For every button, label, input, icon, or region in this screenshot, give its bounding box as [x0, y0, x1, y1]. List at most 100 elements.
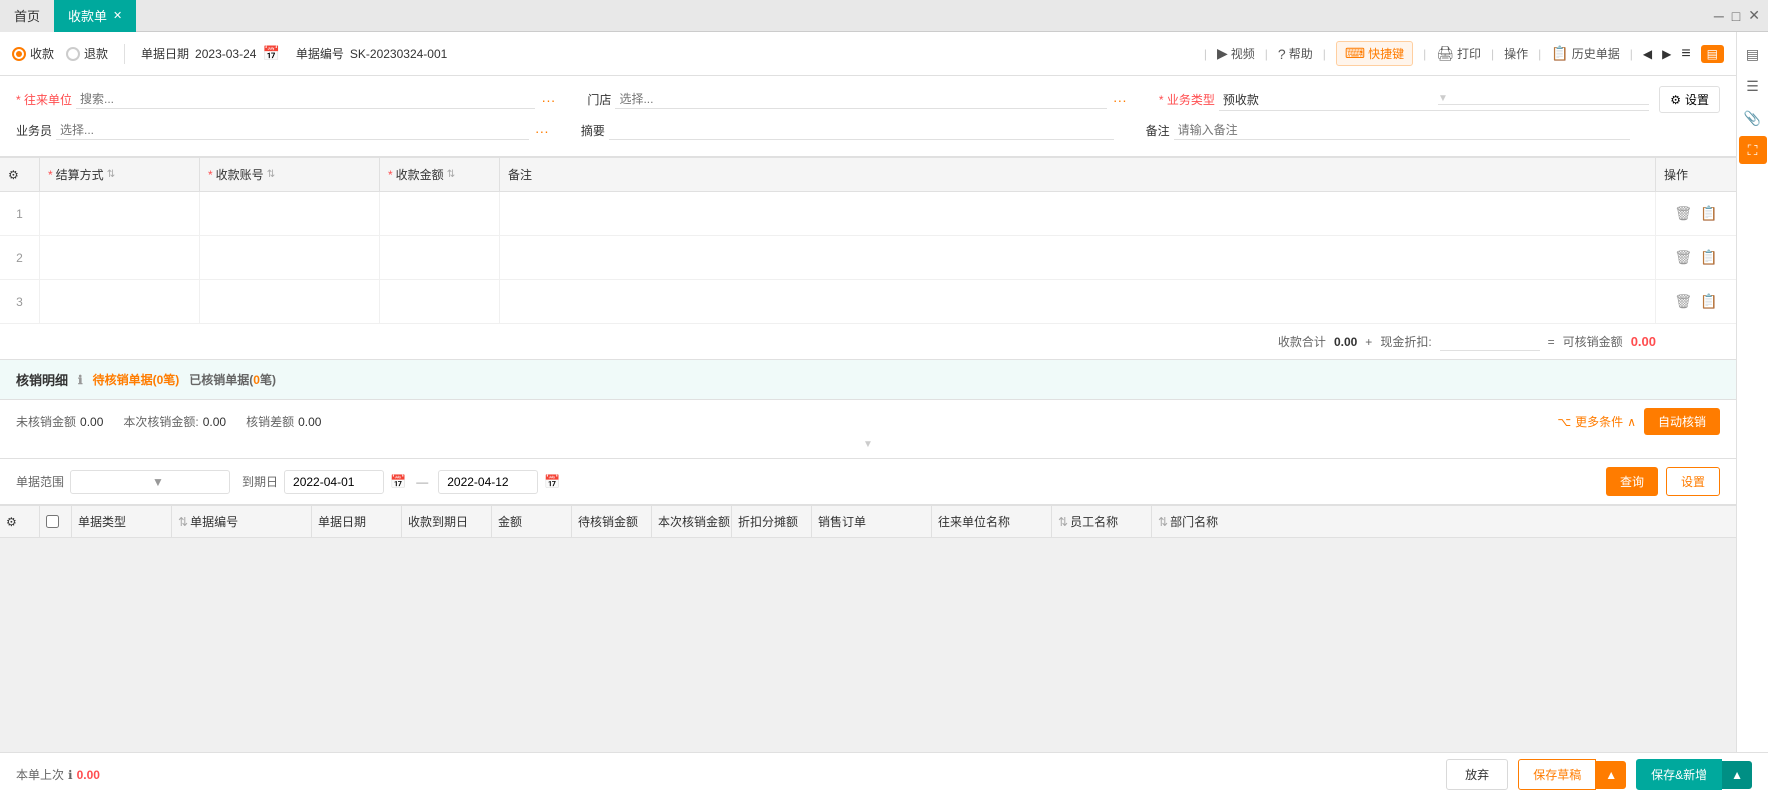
unchecked-stat: 未核销金额 0.00	[16, 413, 103, 430]
close-icon[interactable]: ✕	[1748, 7, 1760, 24]
sidebar-screen-icon[interactable]: ⛶	[1739, 136, 1767, 164]
auto-verify-btn[interactable]: 自动核销	[1644, 408, 1720, 435]
row3-amount[interactable]	[380, 280, 500, 323]
staff-input[interactable]	[56, 121, 529, 140]
shortcut-btn[interactable]: ⌨ 快捷键	[1336, 41, 1413, 66]
row3-account[interactable]	[200, 280, 380, 323]
row2-remark[interactable]	[500, 236, 1656, 279]
save-draft-split: 保存草稿 ▲	[1518, 759, 1626, 790]
row1-remark[interactable]	[500, 192, 1656, 235]
ltcol-dept: ⇅部门名称	[1152, 506, 1252, 537]
tab-close-icon[interactable]: ✕	[113, 9, 122, 22]
sidebar-list-icon[interactable]: ☰	[1739, 72, 1767, 100]
range-select[interactable]: ▼	[70, 470, 230, 494]
ltcol-checkbox[interactable]	[40, 506, 72, 537]
row2-payment[interactable]	[40, 236, 200, 279]
ltcol-current: 本次核销金额	[652, 506, 732, 537]
row1-payment[interactable]	[40, 192, 200, 235]
ltcol-settings[interactable]: ⚙	[0, 506, 40, 537]
row2-copy-icon[interactable]: 📋	[1700, 249, 1717, 266]
date-from-calendar-icon[interactable]: 📅	[390, 474, 406, 490]
diff-stat: 核销差额 0.00	[246, 413, 321, 430]
counterpart-field: * 往来单位 ···	[16, 90, 555, 109]
query-btn[interactable]: 查询	[1606, 467, 1658, 496]
history-btn[interactable]: 📋 历史单据	[1551, 45, 1619, 62]
table-row: 1 🗑 📋	[0, 192, 1736, 236]
counterpart-more-icon[interactable]: ···	[541, 92, 555, 108]
settings-gear-icon: ⚙	[1670, 93, 1681, 107]
staff-more-icon[interactable]: ···	[535, 123, 549, 139]
tab-bar: 首页 收款单 ✕ ─ □ ✕	[0, 0, 1768, 32]
row3-remark[interactable]	[500, 280, 1656, 323]
biz-type-select[interactable]: 预收款 ▼	[1219, 89, 1649, 111]
number-field: 单据编号 SK-20230324-001	[296, 45, 447, 62]
row1-account[interactable]	[200, 192, 380, 235]
expand-arrow: ▼	[16, 435, 1720, 450]
store-input[interactable]	[615, 90, 1106, 109]
help-btn[interactable]: ? 帮助	[1278, 45, 1313, 62]
expand-icon: ∧	[1627, 415, 1636, 429]
ltcol-doc-date: 单据日期	[312, 506, 402, 537]
right-sidebar: ▤ ☰ 📎 ⛶	[1736, 32, 1768, 752]
verif-right: ⌥ 更多条件 ∧ 自动核销	[1557, 408, 1720, 435]
staff-label: 业务员	[16, 122, 52, 139]
counterpart-input[interactable]	[76, 90, 535, 109]
radio-receive[interactable]: 收款	[12, 45, 54, 62]
lower-settings-btn[interactable]: 设置	[1666, 467, 1720, 496]
form-settings-btn[interactable]: ⚙ 设置	[1659, 86, 1720, 113]
pending-tab[interactable]: 待核销单据(0笔)	[93, 371, 180, 388]
sort-icon-account[interactable]: ⇅	[267, 169, 275, 180]
row1-amount[interactable]	[380, 192, 500, 235]
row2-amount[interactable]	[380, 236, 500, 279]
footer-right: 放弃 保存草稿 ▲ 保存&新增 ▲	[1446, 759, 1752, 790]
date-to-input[interactable]	[438, 470, 538, 494]
select-all-checkbox[interactable]	[46, 515, 59, 528]
calendar-icon[interactable]: 📅	[262, 45, 279, 62]
nav-next-icon[interactable]: ▶	[1662, 47, 1671, 61]
date-to-calendar-icon[interactable]: 📅	[544, 474, 560, 490]
print-btn[interactable]: 🖨 打印	[1436, 45, 1481, 62]
operation-btn[interactable]: 操作	[1504, 45, 1528, 62]
row2-delete-icon[interactable]: 🗑	[1674, 249, 1692, 266]
radio-receive-dot	[12, 47, 26, 61]
tab-home[interactable]: 首页	[0, 0, 54, 32]
current-stat: 本次核销金额: 0.00	[123, 413, 226, 430]
ltcol-discount: 折扣分摊额	[732, 506, 812, 537]
sidebar-table-icon[interactable]: ▤	[1739, 40, 1767, 68]
done-tab[interactable]: 已核销单据(0笔)	[189, 371, 276, 388]
save-new-arrow-btn[interactable]: ▲	[1722, 761, 1752, 789]
lower-table-empty	[0, 538, 1736, 598]
save-draft-btn[interactable]: 保存草稿	[1518, 759, 1596, 790]
sidebar-attach-icon[interactable]: 📎	[1739, 104, 1767, 132]
save-new-btn[interactable]: 保存&新增	[1636, 759, 1722, 790]
abandon-btn[interactable]: 放弃	[1446, 759, 1508, 790]
minimize-icon[interactable]: ─	[1714, 8, 1724, 24]
video-btn[interactable]: ▶ 视频	[1217, 45, 1255, 62]
filter-right: 查询 设置	[1606, 467, 1720, 496]
more-conditions-btn[interactable]: ⌥ 更多条件 ∧	[1557, 413, 1636, 430]
row3-payment[interactable]	[40, 280, 200, 323]
discount-input[interactable]	[1440, 332, 1540, 351]
row3-delete-icon[interactable]: 🗑	[1674, 293, 1692, 310]
range-arrow-icon: ▼	[152, 475, 221, 489]
remark-field: 备注	[1146, 121, 1630, 140]
sort-icon-payment[interactable]: ⇅	[107, 169, 115, 180]
nav-prev-icon[interactable]: ◀	[1643, 47, 1652, 61]
row2-actions: 🗑 📋	[1656, 236, 1736, 279]
abstract-input[interactable]	[609, 121, 1114, 140]
sort-icon-amount[interactable]: ⇅	[447, 169, 455, 180]
remark-input[interactable]	[1174, 121, 1630, 140]
save-draft-arrow-btn[interactable]: ▲	[1596, 761, 1626, 789]
layout-list-icon[interactable]: ≡	[1681, 45, 1690, 63]
radio-return[interactable]: 退款	[66, 45, 108, 62]
col-settings[interactable]: ⚙	[0, 158, 40, 191]
row3-copy-icon[interactable]: 📋	[1700, 293, 1717, 310]
maximize-icon[interactable]: □	[1732, 8, 1740, 24]
store-more-icon[interactable]: ···	[1113, 92, 1127, 108]
row1-copy-icon[interactable]: 📋	[1700, 205, 1717, 222]
row1-delete-icon[interactable]: 🗑	[1674, 205, 1692, 222]
row2-account[interactable]	[200, 236, 380, 279]
layout-grid-icon[interactable]: ▤	[1701, 45, 1724, 63]
tab-receipt[interactable]: 收款单 ✕	[54, 0, 136, 32]
date-from-input[interactable]	[284, 470, 384, 494]
